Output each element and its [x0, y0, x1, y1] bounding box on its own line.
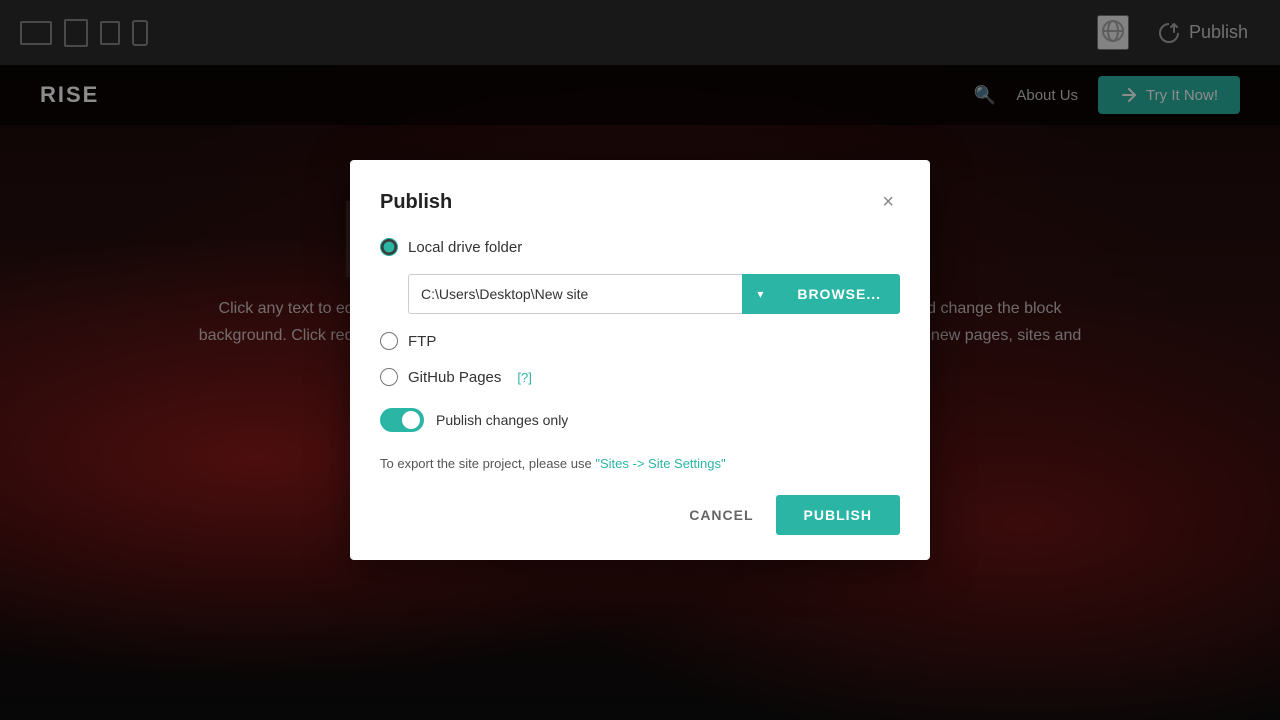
local-drive-radio[interactable] [380, 238, 398, 256]
github-radio[interactable] [380, 368, 398, 386]
path-input-row: ▾ BROWSE... [408, 274, 900, 314]
path-dropdown-button[interactable]: ▾ [742, 274, 778, 314]
toggle-label: Publish changes only [436, 412, 568, 428]
dialog-body: Local drive folder ▾ BROWSE... FTP GitHu… [380, 238, 900, 471]
export-note: To export the site project, please use "… [380, 456, 900, 471]
dropdown-arrow: ▾ [757, 287, 763, 301]
dialog-title: Publish [380, 191, 452, 214]
close-dialog-button[interactable]: × [876, 190, 900, 214]
export-settings-link[interactable]: "Sites -> Site Settings" [595, 456, 725, 471]
publish-action-button[interactable]: PUBLISH [776, 495, 900, 535]
toggle-track [380, 408, 424, 432]
local-drive-option[interactable]: Local drive folder [380, 238, 900, 256]
toggle-row: Publish changes only [380, 408, 900, 432]
path-input[interactable] [408, 274, 742, 314]
ftp-option[interactable]: FTP [380, 332, 900, 350]
browse-button[interactable]: BROWSE... [778, 274, 900, 314]
toggle-thumb [402, 411, 420, 429]
github-label: GitHub Pages [408, 369, 501, 386]
export-note-text: To export the site project, please use [380, 456, 595, 471]
github-option[interactable]: GitHub Pages [?] [380, 368, 900, 386]
ftp-radio[interactable] [380, 332, 398, 350]
local-drive-label: Local drive folder [408, 239, 522, 256]
ftp-label: FTP [408, 333, 436, 350]
github-help-link[interactable]: [?] [517, 370, 531, 385]
publish-dialog: Publish × Local drive folder ▾ BROWSE...… [350, 160, 930, 560]
cancel-button[interactable]: CANCEL [681, 497, 761, 533]
dialog-footer: CANCEL PUBLISH [380, 495, 900, 535]
publish-changes-toggle[interactable] [380, 408, 424, 432]
dialog-header: Publish × [380, 190, 900, 214]
